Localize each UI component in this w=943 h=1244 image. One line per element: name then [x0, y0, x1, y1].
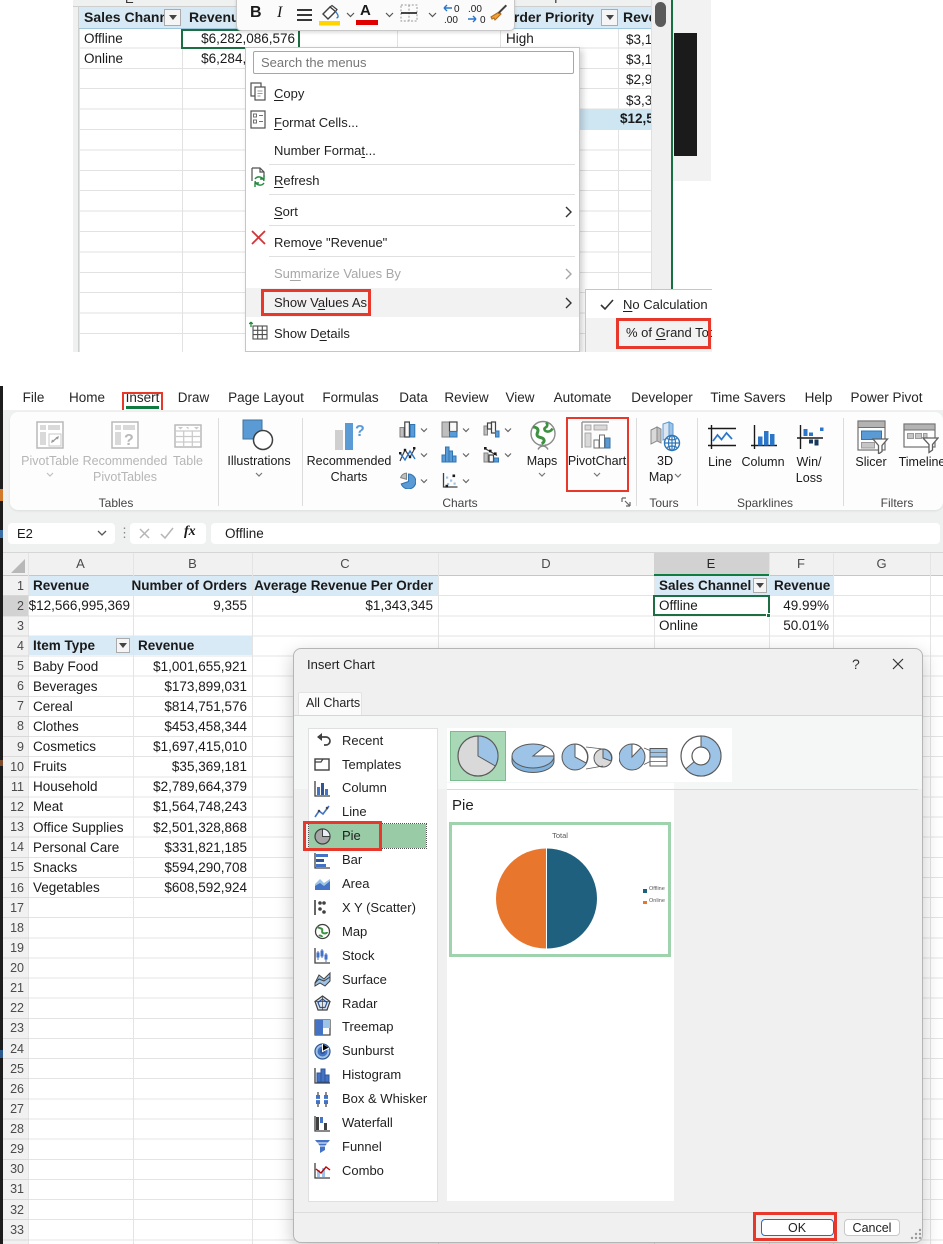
svg-text:?: ?	[355, 423, 365, 440]
svg-text:.00: .00	[444, 15, 458, 25]
svg-text:0: 0	[480, 15, 486, 25]
svg-text:.00: .00	[468, 4, 482, 15]
svg-text:0: 0	[454, 4, 460, 15]
svg-text:?: ?	[124, 432, 134, 449]
